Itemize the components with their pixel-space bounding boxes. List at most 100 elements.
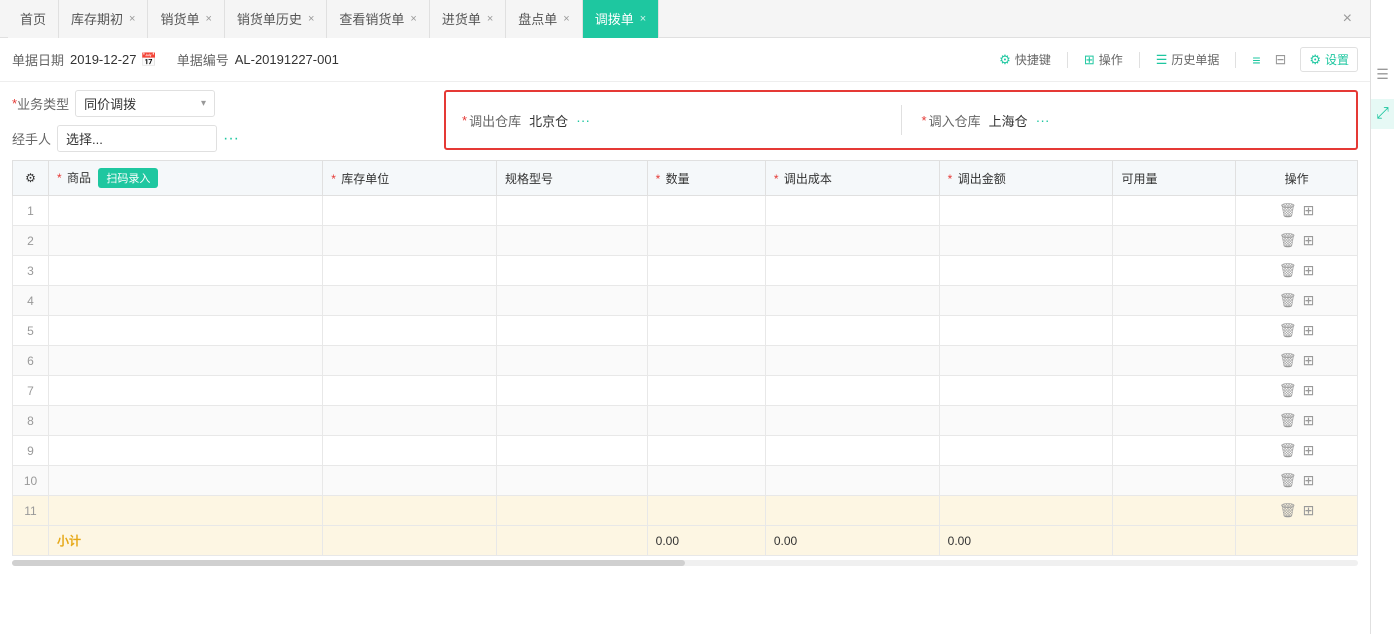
tab-sales-order[interactable]: 销货单 × [148,0,224,38]
cell-qty[interactable] [647,196,765,226]
horizontal-scrollbar[interactable] [12,560,1358,566]
copy-icon[interactable]: ⊞ [1303,472,1315,489]
cell-spec[interactable] [497,316,648,346]
cell-product[interactable] [49,466,323,496]
cell-cost[interactable] [765,406,939,436]
tab-view-sales[interactable]: 查看销货单 × [327,0,429,38]
cell-available[interactable] [1113,376,1236,406]
tab-close-purchase-order[interactable]: × [487,13,493,25]
delete-icon[interactable]: 🗑 [1279,262,1297,279]
cell-unit[interactable] [323,346,497,376]
cell-qty[interactable] [647,256,765,286]
cell-amount[interactable] [939,406,1113,436]
delete-icon[interactable]: 🗑 [1279,442,1297,459]
shortcut-action[interactable]: ⚙ 快捷键 [999,51,1051,68]
cell-product[interactable] [49,376,323,406]
cell-unit[interactable] [323,406,497,436]
cell-spec[interactable] [497,496,648,526]
cell-unit[interactable] [323,376,497,406]
col-settings[interactable]: ⚙ [13,161,49,196]
cell-available[interactable] [1113,226,1236,256]
cell-unit[interactable] [323,316,497,346]
copy-icon[interactable]: ⊞ [1303,502,1315,519]
copy-icon[interactable]: ⊞ [1303,262,1315,279]
cell-spec[interactable] [497,286,648,316]
delete-icon[interactable]: 🗑 [1279,472,1297,489]
copy-icon[interactable]: ⊞ [1303,442,1315,459]
cell-available[interactable] [1113,346,1236,376]
cell-cost[interactable] [765,196,939,226]
cell-available[interactable] [1113,316,1236,346]
cell-available[interactable] [1113,466,1236,496]
tab-close-transfer-order[interactable]: × [640,13,646,25]
cell-qty[interactable] [647,466,765,496]
cell-qty[interactable] [647,316,765,346]
tab-close-view-sales[interactable]: × [410,13,416,25]
cell-product[interactable] [49,346,323,376]
sidebar-expand-icon[interactable]: ⤢ [1371,99,1394,129]
tab-close-inventory-count[interactable]: × [563,13,569,25]
delete-icon[interactable]: 🗑 [1279,382,1297,399]
cell-amount[interactable] [939,376,1113,406]
cell-cost[interactable] [765,466,939,496]
cell-available[interactable] [1113,406,1236,436]
cell-spec[interactable] [497,436,648,466]
cell-qty[interactable] [647,376,765,406]
cell-qty[interactable] [647,286,765,316]
tab-close-sales-history[interactable]: × [308,13,314,25]
cell-product[interactable] [49,406,323,436]
history-action[interactable]: ☰ 历史单据 [1156,51,1220,68]
delete-icon[interactable]: 🗑 [1279,202,1297,219]
view-toggle-1[interactable]: ≡ [1252,52,1260,68]
cell-qty[interactable] [647,436,765,466]
cell-unit[interactable] [323,286,497,316]
copy-icon[interactable]: ⊞ [1303,412,1315,429]
business-type-select[interactable]: 同价调拨 ▾ [75,90,215,117]
calendar-icon[interactable]: 📅 [141,52,157,68]
tab-inventory-count[interactable]: 盘点单 × [506,0,582,38]
cell-unit[interactable] [323,496,497,526]
cell-product[interactable] [49,196,323,226]
tab-close-inventory-init[interactable]: × [129,13,135,25]
copy-icon[interactable]: ⊞ [1303,202,1315,219]
cell-cost[interactable] [765,436,939,466]
cell-amount[interactable] [939,256,1113,286]
cell-available[interactable] [1113,436,1236,466]
cell-cost[interactable] [765,226,939,256]
cell-amount[interactable] [939,346,1113,376]
cell-available[interactable] [1113,256,1236,286]
cell-spec[interactable] [497,256,648,286]
cell-spec[interactable] [497,466,648,496]
handler-more-button[interactable]: ··· [223,130,239,148]
cell-spec[interactable] [497,376,648,406]
cell-spec[interactable] [497,226,648,256]
close-all-tabs[interactable]: × [1333,10,1362,28]
operation-action[interactable]: ⊞ 操作 [1084,51,1123,68]
cell-available[interactable] [1113,196,1236,226]
cell-available[interactable] [1113,286,1236,316]
cell-amount[interactable] [939,316,1113,346]
cell-qty[interactable] [647,346,765,376]
copy-icon[interactable]: ⊞ [1303,322,1315,339]
cell-product[interactable] [49,286,323,316]
cell-amount[interactable] [939,466,1113,496]
tab-home[interactable]: 首页 [8,0,59,38]
cell-amount[interactable] [939,436,1113,466]
cell-amount[interactable] [939,286,1113,316]
cell-spec[interactable] [497,196,648,226]
cell-product[interactable] [49,436,323,466]
tab-sales-history[interactable]: 销货单历史 × [225,0,327,38]
cell-product[interactable] [49,316,323,346]
table-gear-icon[interactable]: ⚙ [25,171,36,185]
cell-product[interactable] [49,496,323,526]
copy-icon[interactable]: ⊞ [1303,232,1315,249]
cell-product[interactable] [49,226,323,256]
copy-icon[interactable]: ⊞ [1303,382,1315,399]
view-toggle-2[interactable]: ⊟ [1275,51,1287,68]
settings-button[interactable]: ⚙ 设置 [1300,47,1358,72]
delete-icon[interactable]: 🗑 [1279,292,1297,309]
delete-icon[interactable]: 🗑 [1279,322,1297,339]
cell-unit[interactable] [323,226,497,256]
delete-icon[interactable]: 🗑 [1279,232,1297,249]
cell-unit[interactable] [323,466,497,496]
